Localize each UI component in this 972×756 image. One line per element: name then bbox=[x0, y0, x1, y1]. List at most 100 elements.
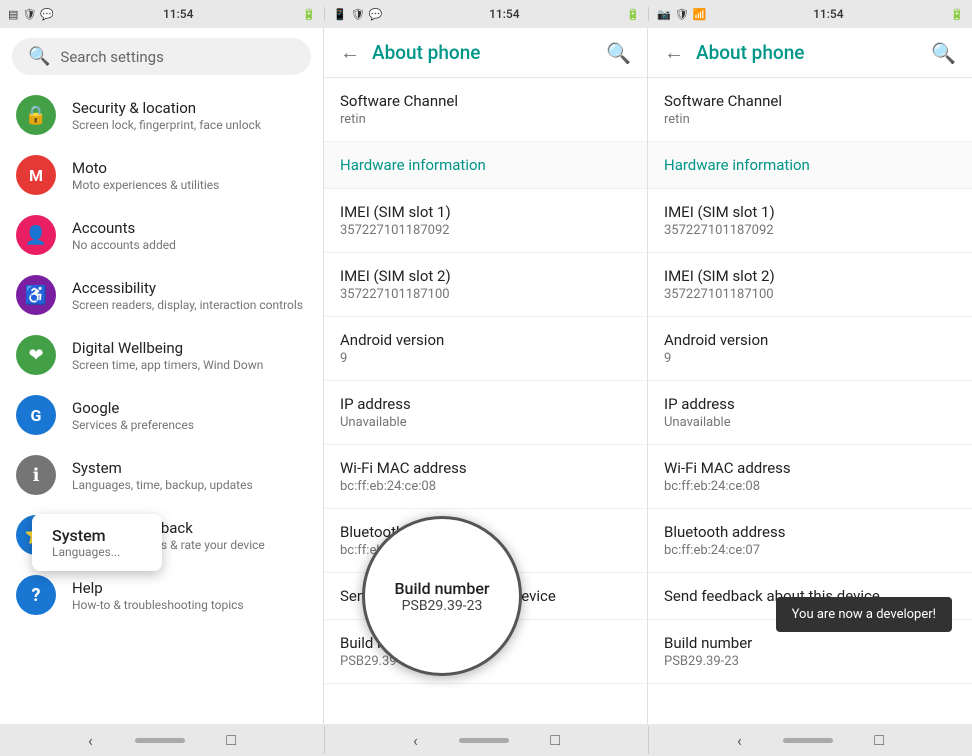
google-subtitle: Services & preferences bbox=[72, 418, 307, 432]
help-title: Help bbox=[72, 579, 307, 597]
google-text: Google Services & preferences bbox=[72, 399, 307, 432]
about-r-imei1-value: 357227101187092 bbox=[664, 223, 956, 238]
icon-msg: 💬 bbox=[40, 8, 54, 21]
about-imei1-title: IMEI (SIM slot 1) bbox=[340, 203, 631, 221]
settings-item-system[interactable]: ℹ System Languages, time, backup, update… bbox=[0, 445, 323, 505]
about-item-imei1-right: IMEI (SIM slot 1) 357227101187092 bbox=[648, 189, 972, 253]
about-item-hw-header-mid: Hardware information bbox=[324, 142, 647, 189]
status-left-time: 11:54 bbox=[163, 7, 193, 21]
about-r-android-value: 9 bbox=[664, 351, 956, 366]
settings-item-accounts[interactable]: 👤 Accounts No accounts added bbox=[0, 205, 323, 265]
status-mid-time: 11:54 bbox=[489, 7, 519, 21]
nav-pill-right bbox=[783, 738, 833, 743]
system-icon: ℹ bbox=[16, 455, 56, 495]
about-item-imei2-right: IMEI (SIM slot 2) 357227101187100 bbox=[648, 253, 972, 317]
accounts-subtitle: No accounts added bbox=[72, 238, 307, 252]
about-imei1-value: 357227101187092 bbox=[340, 223, 631, 238]
about-r-imei2-value: 357227101187100 bbox=[664, 287, 956, 302]
accounts-title: Accounts bbox=[72, 219, 307, 237]
settings-item-moto[interactable]: M Moto Moto experiences & utilities bbox=[0, 145, 323, 205]
search-header-icon-right[interactable]: 🔍 bbox=[931, 41, 956, 65]
about-item-ip-right: IP address Unavailable bbox=[648, 381, 972, 445]
settings-item-google[interactable]: G Google Services & preferences bbox=[0, 385, 323, 445]
nav-back-mid[interactable]: ‹ bbox=[405, 727, 426, 754]
about-r-hw-title: Hardware information bbox=[664, 156, 956, 174]
accessibility-subtitle: Screen readers, display, interaction con… bbox=[72, 298, 307, 312]
digital-wellbeing-title: Digital Wellbeing bbox=[72, 339, 307, 357]
security-subtitle: Screen lock, fingerprint, face unlock bbox=[72, 118, 307, 132]
about-item-imei2-mid: IMEI (SIM slot 2) 357227101187100 bbox=[324, 253, 647, 317]
about-item-hw-header-right: Hardware information bbox=[648, 142, 972, 189]
nav-pill-left bbox=[135, 738, 185, 743]
search-placeholder: Search settings bbox=[60, 48, 163, 66]
about-item-android-mid: Android version 9 bbox=[324, 317, 647, 381]
digital-wellbeing-subtitle: Screen time, app timers, Wind Down bbox=[72, 358, 307, 372]
digital-wellbeing-icon: ❤ bbox=[16, 335, 56, 375]
accounts-icon: 👤 bbox=[16, 215, 56, 255]
nav-back-right[interactable]: ‹ bbox=[729, 727, 750, 754]
about-wifi-title: Wi-Fi MAC address bbox=[340, 459, 631, 477]
about-ip-title: IP address bbox=[340, 395, 631, 413]
settings-item-security[interactable]: 🔒 Security & location Screen lock, finge… bbox=[0, 85, 323, 145]
help-text: Help How-to & troubleshooting topics bbox=[72, 579, 307, 612]
settings-item-digital-wellbeing[interactable]: ❤ Digital Wellbeing Screen time, app tim… bbox=[0, 325, 323, 385]
system-subtitle: Languages, time, backup, updates bbox=[72, 478, 307, 492]
search-header-icon-mid[interactable]: 🔍 bbox=[606, 41, 631, 65]
build-circle-value: PSB29.39-23 bbox=[402, 598, 483, 614]
icon-shield: 🛡 bbox=[22, 8, 36, 21]
about-r-bt-value: bc:ff:eb:24:ce:07 bbox=[664, 543, 956, 558]
about-r-android-title: Android version bbox=[664, 331, 956, 349]
about-android-title: Android version bbox=[340, 331, 631, 349]
accessibility-text: Accessibility Screen readers, display, i… bbox=[72, 279, 307, 312]
about-item-software-channel-mid: Software Channel retin bbox=[324, 78, 647, 142]
system-tooltip-sub: Languages... bbox=[52, 545, 142, 559]
back-arrow-mid[interactable]: ← bbox=[340, 40, 360, 65]
about-title-mid: About phone bbox=[372, 41, 594, 64]
about-header-right: ← About phone 🔍 bbox=[648, 28, 972, 78]
nav-bar: ‹ □ ‹ □ ‹ □ bbox=[0, 724, 972, 756]
about-item-value: retin bbox=[340, 112, 631, 127]
moto-subtitle: Moto experiences & utilities bbox=[72, 178, 307, 192]
nav-section-right: ‹ □ bbox=[648, 726, 972, 754]
status-bar: ▤ 🛡 💬 11:54 🔋 📱🛡💬 11:54 🔋 📷🛡📶 11:54 🔋 bbox=[0, 0, 972, 28]
security-title: Security & location bbox=[72, 99, 307, 117]
about-item-software-channel-right: Software Channel retin bbox=[648, 78, 972, 142]
about-item-wifi-right: Wi-Fi MAC address bc:ff:eb:24:ce:08 bbox=[648, 445, 972, 509]
about-r-ip-title: IP address bbox=[664, 395, 956, 413]
status-left-battery: 🔋 bbox=[302, 8, 316, 21]
about-r-ip-value: Unavailable bbox=[664, 415, 956, 430]
settings-item-accessibility[interactable]: ♿ Accessibility Screen readers, display,… bbox=[0, 265, 323, 325]
nav-pill-mid bbox=[459, 738, 509, 743]
accessibility-title: Accessibility bbox=[72, 279, 307, 297]
about-wifi-value: bc:ff:eb:24:ce:08 bbox=[340, 479, 631, 494]
status-right: 📷🛡📶 11:54 🔋 bbox=[648, 7, 972, 21]
nav-back-left[interactable]: ‹ bbox=[80, 727, 101, 754]
about-r-build-value: PSB29.39-23 bbox=[664, 654, 956, 669]
accounts-text: Accounts No accounts added bbox=[72, 219, 307, 252]
back-arrow-right[interactable]: ← bbox=[664, 40, 684, 65]
nav-recent-right[interactable]: □ bbox=[866, 726, 892, 754]
about-r-build-title: Build number bbox=[664, 634, 956, 652]
about-item-wifi-mid: Wi-Fi MAC address bc:ff:eb:24:ce:08 bbox=[324, 445, 647, 509]
about-android-value: 9 bbox=[340, 351, 631, 366]
settings-item-help[interactable]: ? Help How-to & troubleshooting topics bbox=[0, 565, 323, 625]
build-circle-title: Build number bbox=[394, 579, 489, 598]
help-subtitle: How-to & troubleshooting topics bbox=[72, 598, 307, 612]
build-number-circle: Build number PSB29.39-23 bbox=[362, 516, 522, 676]
system-title: System bbox=[72, 459, 307, 477]
system-text: System Languages, time, backup, updates bbox=[72, 459, 307, 492]
status-mid-battery: 🔋 bbox=[626, 8, 640, 21]
nav-recent-left[interactable]: □ bbox=[218, 726, 244, 754]
system-tooltip: System Languages... bbox=[32, 514, 162, 571]
about-item-bt-right: Bluetooth address bc:ff:eb:24:ce:07 bbox=[648, 509, 972, 573]
about-r-bt-title: Bluetooth address bbox=[664, 523, 956, 541]
developer-toast: You are now a developer! bbox=[776, 597, 952, 632]
search-icon: 🔍 bbox=[28, 46, 50, 67]
security-text: Security & location Screen lock, fingerp… bbox=[72, 99, 307, 132]
about-imei2-value: 357227101187100 bbox=[340, 287, 631, 302]
search-bar[interactable]: 🔍 Search settings bbox=[12, 38, 311, 75]
about-imei2-title: IMEI (SIM slot 2) bbox=[340, 267, 631, 285]
nav-recent-mid[interactable]: □ bbox=[542, 726, 568, 754]
accessibility-icon: ♿ bbox=[16, 275, 56, 315]
about-item-imei1-mid: IMEI (SIM slot 1) 357227101187092 bbox=[324, 189, 647, 253]
